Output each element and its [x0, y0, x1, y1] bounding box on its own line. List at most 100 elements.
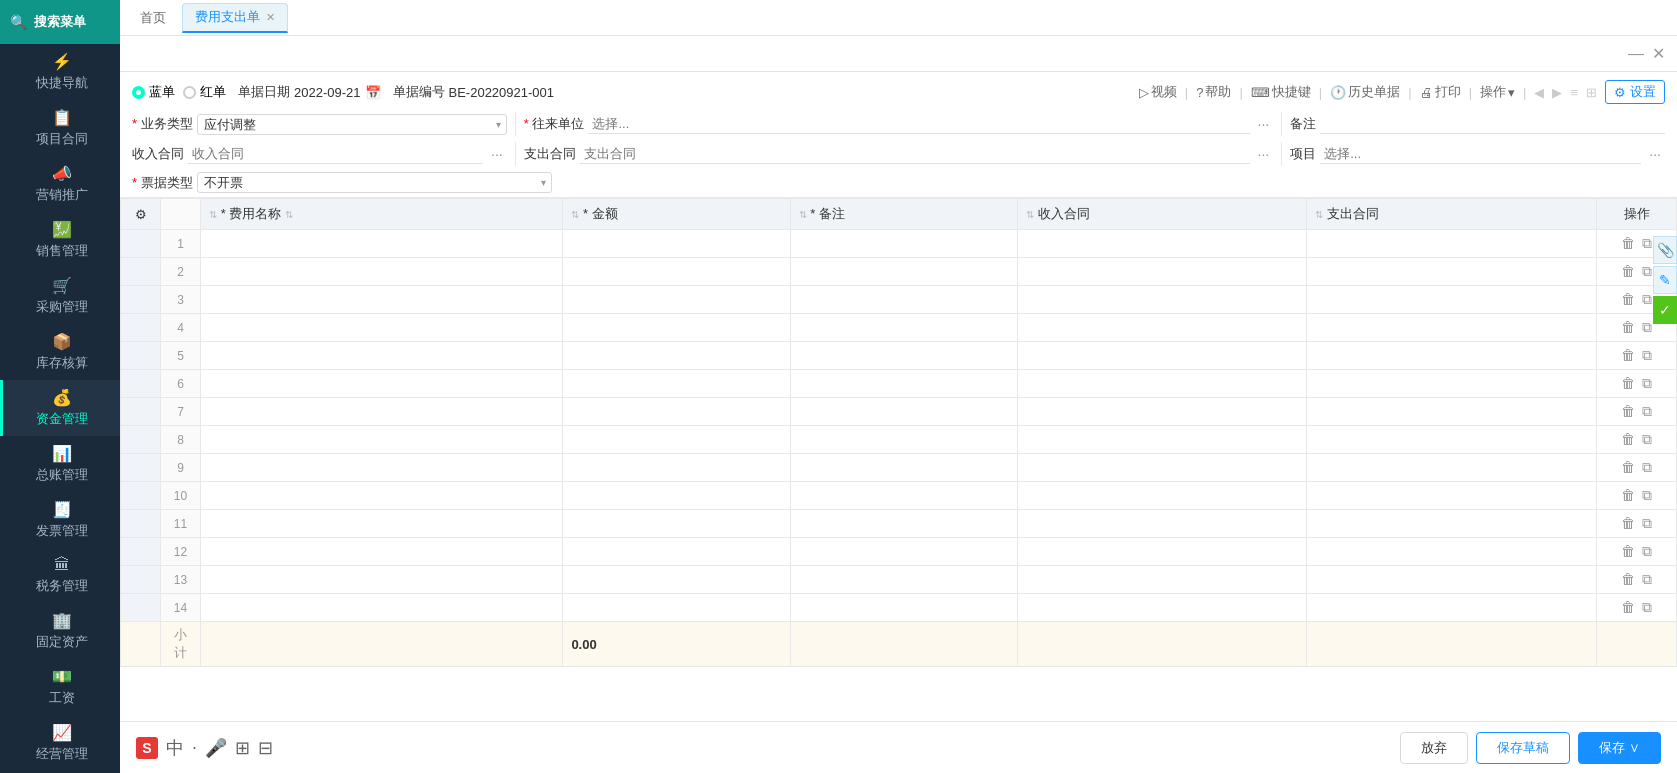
row-note-6[interactable]	[790, 370, 1017, 398]
video-btn[interactable]: ▷ 视频	[1139, 83, 1177, 101]
row-expense-contract-1[interactable]	[1307, 230, 1597, 258]
expense-contract-more-icon[interactable]: ···	[1254, 146, 1274, 162]
row-note-5[interactable]	[790, 342, 1017, 370]
calendar-icon[interactable]: 📅	[365, 85, 381, 100]
minimize-button[interactable]: —	[1628, 45, 1644, 63]
row-delete-icon-3[interactable]: 🗑	[1621, 291, 1635, 307]
bottom-icon-grid[interactable]: ⊞	[235, 737, 250, 759]
row-expense-contract-11[interactable]	[1307, 510, 1597, 538]
income-contract-more-icon[interactable]: ···	[487, 146, 507, 162]
save-button[interactable]: 保存 ∨	[1578, 732, 1661, 764]
row-income-contract-5[interactable]	[1017, 342, 1307, 370]
row-income-contract-12[interactable]	[1017, 538, 1307, 566]
row-income-contract-9[interactable]	[1017, 454, 1307, 482]
row-delete-icon-2[interactable]: 🗑	[1621, 263, 1635, 279]
bottom-icon-mic[interactable]: 🎤	[205, 737, 227, 759]
th-gear[interactable]: ⚙	[121, 199, 161, 230]
row-income-contract-2[interactable]	[1017, 258, 1307, 286]
row-income-contract-3[interactable]	[1017, 286, 1307, 314]
tab-home[interactable]: 首页	[128, 3, 178, 33]
sidebar-item-3[interactable]: 💹销售管理	[0, 212, 120, 268]
row-note-9[interactable]	[790, 454, 1017, 482]
row-expense-name-2[interactable]	[201, 258, 563, 286]
row-amount-11[interactable]	[563, 510, 790, 538]
discard-button[interactable]: 放弃	[1400, 732, 1468, 764]
row-delete-icon-5[interactable]: 🗑	[1621, 347, 1635, 363]
row-delete-icon-4[interactable]: 🗑	[1621, 319, 1635, 335]
row-amount-13[interactable]	[563, 566, 790, 594]
row-delete-icon-13[interactable]: 🗑	[1621, 571, 1635, 587]
partner-more-icon[interactable]: ···	[1254, 116, 1274, 132]
sidebar-item-4[interactable]: 🛒采购管理	[0, 268, 120, 324]
float-icon-3[interactable]: ✓	[1653, 296, 1677, 324]
row-amount-9[interactable]	[563, 454, 790, 482]
invoice-type-select[interactable]: 不开票	[197, 172, 552, 193]
float-icon-1[interactable]: 📎	[1653, 236, 1677, 264]
row-expense-name-5[interactable]	[201, 342, 563, 370]
row-delete-icon-12[interactable]: 🗑	[1621, 543, 1635, 559]
row-income-contract-6[interactable]	[1017, 370, 1307, 398]
tab-expense[interactable]: 费用支出单 ✕	[182, 3, 288, 33]
sidebar-item-6[interactable]: 💰资金管理	[0, 380, 120, 436]
th-note[interactable]: ⇅ * 备注	[790, 199, 1017, 230]
row-income-contract-8[interactable]	[1017, 426, 1307, 454]
help-btn[interactable]: ? 帮助	[1196, 83, 1231, 101]
row-amount-5[interactable]	[563, 342, 790, 370]
row-expense-name-11[interactable]	[201, 510, 563, 538]
row-income-contract-1[interactable]	[1017, 230, 1307, 258]
row-expense-contract-8[interactable]	[1307, 426, 1597, 454]
row-copy-icon-4[interactable]: ⧉	[1642, 319, 1652, 335]
bottom-icon-zhong[interactable]: 中	[166, 736, 184, 760]
row-copy-icon-5[interactable]: ⧉	[1642, 347, 1652, 363]
business-type-select[interactable]: 应付调整	[197, 114, 507, 135]
row-copy-icon-14[interactable]: ⧉	[1642, 599, 1652, 615]
sidebar-header[interactable]: 🔍 搜索菜单	[0, 0, 120, 44]
sidebar-item-5[interactable]: 📦库存核算	[0, 324, 120, 380]
bottom-icon-dot[interactable]: ·	[192, 737, 197, 758]
row-income-contract-7[interactable]	[1017, 398, 1307, 426]
row-expense-contract-12[interactable]	[1307, 538, 1597, 566]
row-note-7[interactable]	[790, 398, 1017, 426]
row-delete-icon-11[interactable]: 🗑	[1621, 515, 1635, 531]
row-copy-icon-6[interactable]: ⧉	[1642, 375, 1652, 391]
row-delete-icon-6[interactable]: 🗑	[1621, 375, 1635, 391]
sidebar-item-9[interactable]: 🏛税务管理	[0, 548, 120, 603]
row-expense-contract-3[interactable]	[1307, 286, 1597, 314]
row-note-11[interactable]	[790, 510, 1017, 538]
docno-value[interactable]: BE-20220921-001	[449, 85, 555, 100]
row-expense-name-7[interactable]	[201, 398, 563, 426]
remark-input[interactable]	[1320, 114, 1665, 134]
row-expense-contract-7[interactable]	[1307, 398, 1597, 426]
sidebar-item-2[interactable]: 📣营销推广	[0, 156, 120, 212]
row-note-12[interactable]	[790, 538, 1017, 566]
row-copy-icon-1[interactable]: ⧉	[1642, 235, 1652, 251]
row-income-contract-10[interactable]	[1017, 482, 1307, 510]
income-contract-input[interactable]	[188, 144, 483, 164]
row-income-contract-14[interactable]	[1017, 594, 1307, 622]
row-delete-icon-10[interactable]: 🗑	[1621, 487, 1635, 503]
project-input[interactable]	[1320, 144, 1641, 164]
bottom-icon-table2[interactable]: ⊟	[258, 737, 273, 759]
row-delete-icon-14[interactable]: 🗑	[1621, 599, 1635, 615]
row-delete-icon-1[interactable]: 🗑	[1621, 235, 1635, 251]
row-expense-contract-5[interactable]	[1307, 342, 1597, 370]
tab-close-icon[interactable]: ✕	[266, 11, 275, 24]
row-expense-name-8[interactable]	[201, 426, 563, 454]
row-expense-contract-10[interactable]	[1307, 482, 1597, 510]
th-amount[interactable]: ⇅ * 金额	[563, 199, 790, 230]
row-copy-icon-7[interactable]: ⧉	[1642, 403, 1652, 419]
row-delete-icon-8[interactable]: 🗑	[1621, 431, 1635, 447]
row-expense-name-13[interactable]	[201, 566, 563, 594]
row-amount-12[interactable]	[563, 538, 790, 566]
row-copy-icon-2[interactable]: ⧉	[1642, 263, 1652, 279]
sidebar-item-7[interactable]: 📊总账管理	[0, 436, 120, 492]
date-value[interactable]: 2022-09-21	[294, 85, 361, 100]
shortcut-btn[interactable]: ⌨ 快捷键	[1251, 83, 1311, 101]
row-copy-icon-10[interactable]: ⧉	[1642, 487, 1652, 503]
row-note-8[interactable]	[790, 426, 1017, 454]
row-expense-contract-2[interactable]	[1307, 258, 1597, 286]
row-amount-4[interactable]	[563, 314, 790, 342]
expense-contract-input[interactable]	[580, 144, 1250, 164]
row-expense-name-4[interactable]	[201, 314, 563, 342]
row-amount-2[interactable]	[563, 258, 790, 286]
